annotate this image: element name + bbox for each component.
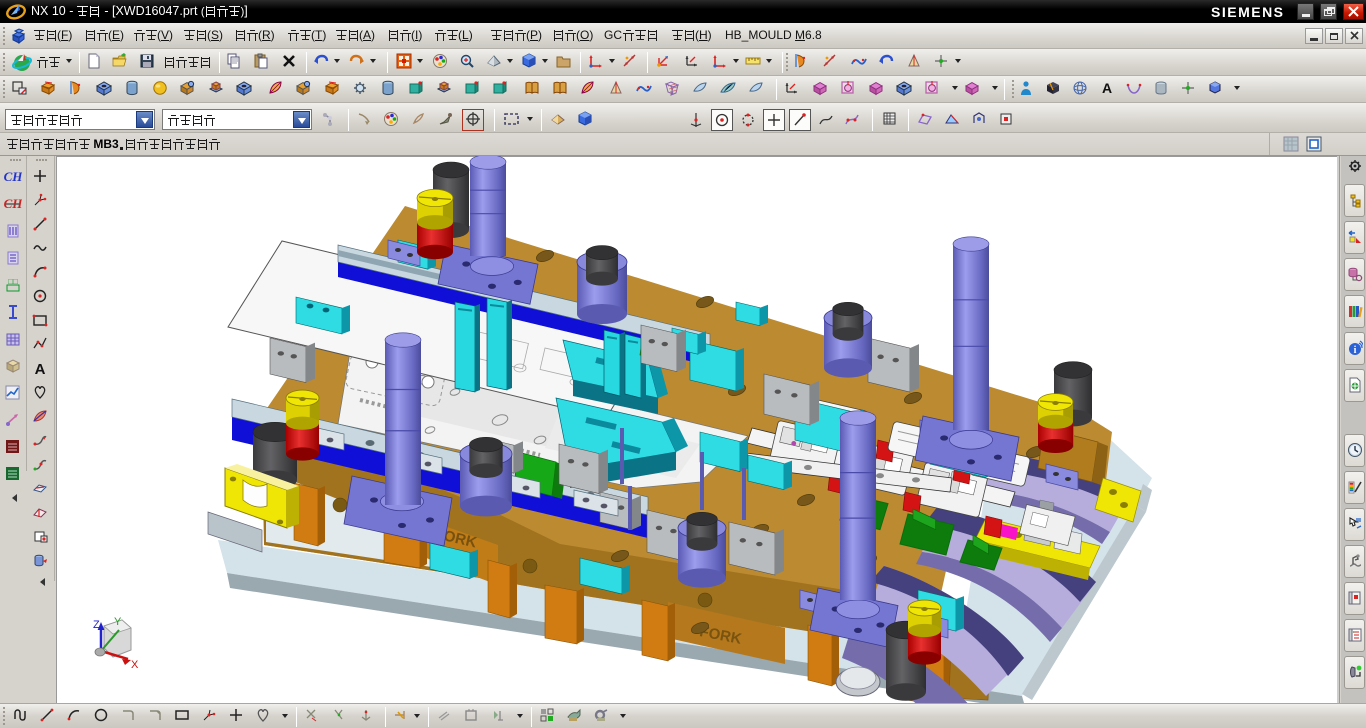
- svg-text:A: A: [1102, 80, 1112, 96]
- svg-text:Y: Y: [114, 616, 122, 628]
- svg-text:CH: CH: [4, 169, 22, 184]
- svg-text:A: A: [35, 361, 46, 378]
- svg-text:Z: Z: [93, 619, 100, 631]
- svg-text:X: X: [131, 659, 139, 671]
- svg-text:i: i: [1354, 345, 1357, 356]
